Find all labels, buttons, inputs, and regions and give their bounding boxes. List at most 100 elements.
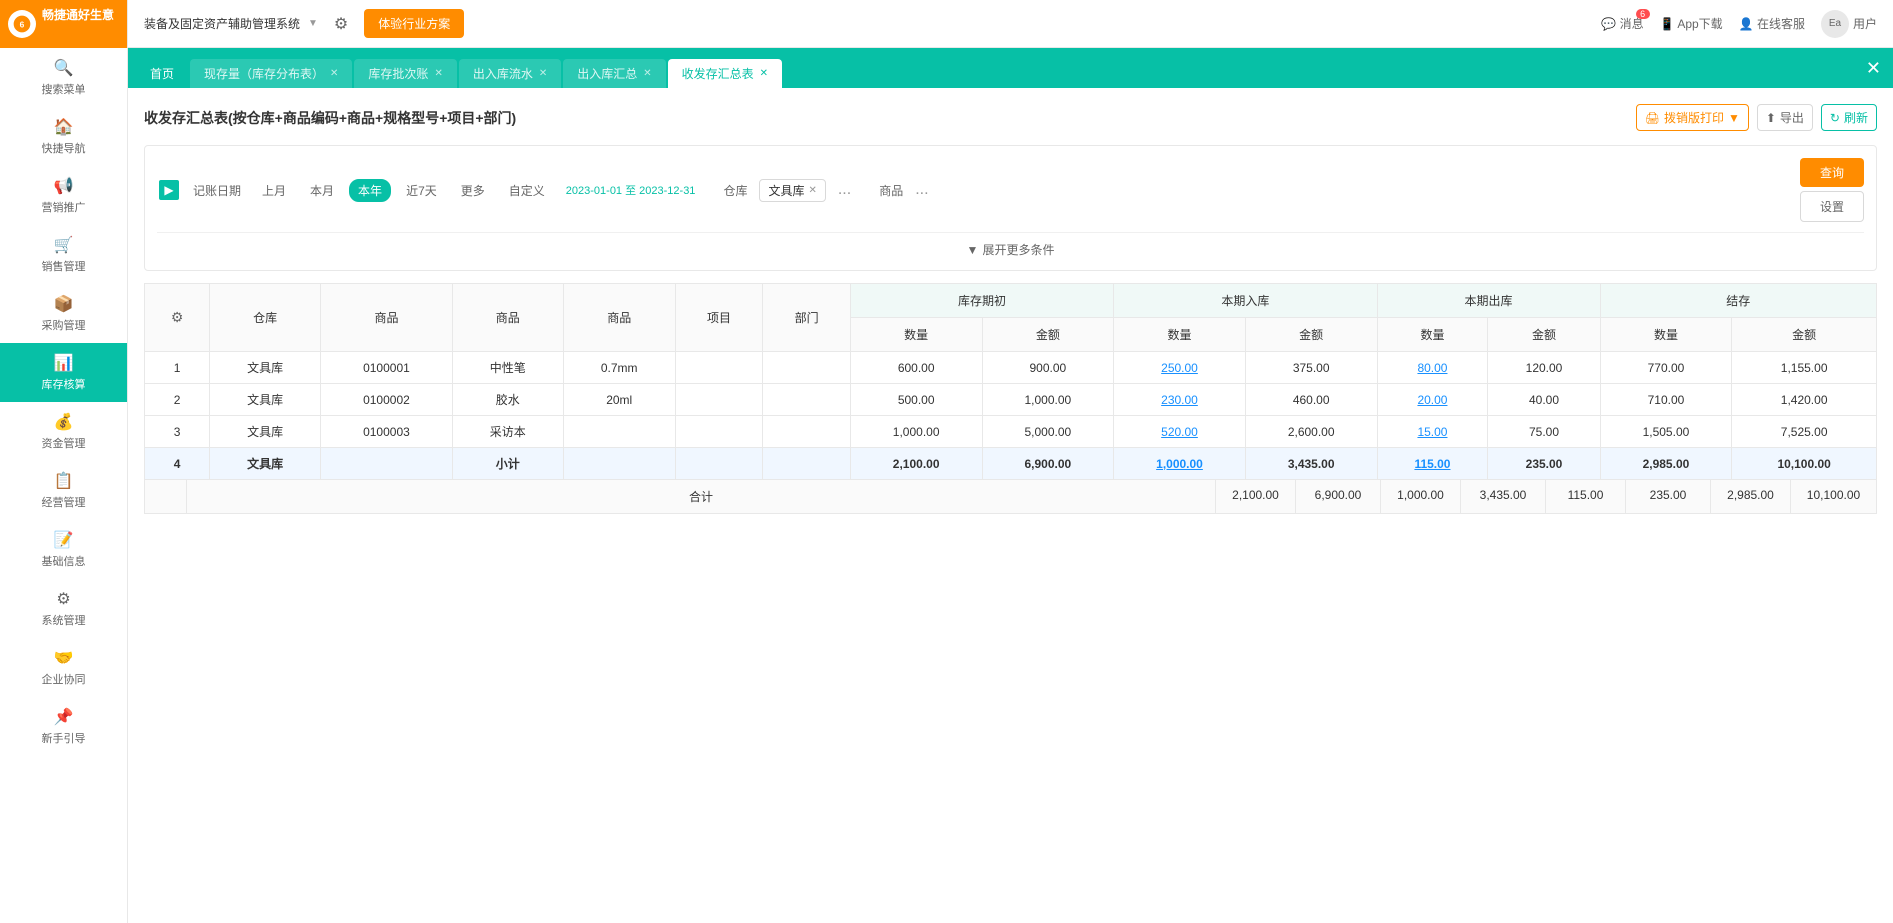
sidebar-item-system[interactable]: ⚙系统管理 <box>0 579 127 638</box>
row-out-amt: 235.00 <box>1488 448 1600 480</box>
tab-label: 库存批次账 <box>368 65 428 82</box>
sidebar-item-quick_nav[interactable]: 🏠快捷导航 <box>0 107 127 166</box>
row-warehouse: 文具库 <box>210 352 321 384</box>
table-settings-icon[interactable]: ⚙ <box>171 309 184 325</box>
print-button[interactable]: 🖨 拨销版打印 ▼ <box>1636 104 1749 131</box>
data-table: ⚙ 仓库 商品 商品 商品 项目 部门 库存期初 本期入库 本期出库 结存 <box>144 283 1877 480</box>
tab-bar: 首页现存量（库存分布表）✕库存批次账✕出入库流水✕出入库汇总✕收发存汇总表✕ ✕ <box>128 48 1893 88</box>
logo-icon: 6 <box>8 10 36 38</box>
col-sub-in-qty: 数量 <box>1114 318 1246 352</box>
date-custom-btn[interactable]: 自定义 <box>500 179 554 202</box>
goods-more-button[interactable]: ... <box>915 181 928 199</box>
row-out-qty[interactable]: 20.00 <box>1377 384 1488 416</box>
chevron-down-icon: ▼ <box>308 18 318 29</box>
footer-empty1 <box>145 480 187 513</box>
table-row: 4文具库小计2,100.006,900.001,000.003,435.0011… <box>145 448 1877 480</box>
row-in-qty[interactable]: 250.00 <box>1114 352 1246 384</box>
footer-balance-amt: 10,100.00 <box>1791 480 1876 513</box>
date-range: 2023-01-01 至 2023-12-31 <box>566 182 696 198</box>
row-out-amt: 75.00 <box>1488 416 1600 448</box>
col-sub-opening-amt: 金额 <box>982 318 1114 352</box>
settings-button[interactable]: ⚙ <box>334 14 348 34</box>
table-footer: 合计 2,100.00 6,900.00 1,000.00 3,435.00 1… <box>144 480 1877 514</box>
expand-more-row[interactable]: ▼ 展开更多条件 <box>157 232 1864 258</box>
row-spec: 20ml <box>563 384 675 416</box>
tab-inout_flow[interactable]: 出入库流水✕ <box>459 59 561 88</box>
query-button[interactable]: 查询 <box>1800 158 1864 187</box>
date-prev-month-btn[interactable]: 上月 <box>253 179 295 202</box>
user-avatar[interactable]: Ea 用户 <box>1821 10 1877 38</box>
sidebar-item-label: 营销推广 <box>42 199 86 215</box>
sidebar-item-operations[interactable]: 📋经营管理 <box>0 461 127 520</box>
row-opening-qty: 2,100.00 <box>850 448 982 480</box>
close-all-tabs-button[interactable]: ✕ <box>1862 54 1885 83</box>
col-sub-out-amt: 金额 <box>1488 318 1600 352</box>
search-icon: 🔍 <box>54 58 74 78</box>
tab-label: 出入库汇总 <box>577 65 637 82</box>
warehouse-remove-button[interactable]: ✕ <box>808 185 816 196</box>
row-out-qty[interactable]: 80.00 <box>1377 352 1488 384</box>
notification-button[interactable]: 💬 6 消息 <box>1601 15 1643 32</box>
sidebar-item-sales[interactable]: 🛒销售管理 <box>0 225 127 284</box>
tab-close-icon[interactable]: ✕ <box>539 68 547 79</box>
row-balance-amt: 7,525.00 <box>1732 416 1877 448</box>
tab-close-icon[interactable]: ✕ <box>434 68 442 79</box>
app-download-button[interactable]: 📱 App下载 <box>1660 15 1723 32</box>
sidebar-item-label: 搜索菜单 <box>42 81 86 97</box>
row-in-qty[interactable]: 520.00 <box>1114 416 1246 448</box>
tab-close-icon[interactable]: ✕ <box>760 68 768 79</box>
row-balance-qty: 770.00 <box>1600 352 1732 384</box>
sidebar-item-corp[interactable]: 🤝企业协同 <box>0 638 127 697</box>
refresh-button[interactable]: ↻ 刷新 <box>1821 104 1877 131</box>
row-balance-qty: 710.00 <box>1600 384 1732 416</box>
row-out-qty[interactable]: 15.00 <box>1377 416 1488 448</box>
top-header: 装备及固定资产辅助管理系统 ▼ ⚙ 体验行业方案 💬 6 消息 📱 App下载 … <box>128 0 1893 48</box>
row-code <box>321 448 453 480</box>
date-last7-btn[interactable]: 近7天 <box>397 179 446 202</box>
row-balance-amt: 10,100.00 <box>1732 448 1877 480</box>
sidebar-item-label: 资金管理 <box>42 435 86 451</box>
tab-batch[interactable]: 库存批次账 ✕ <box>354 59 456 88</box>
online-service-button[interactable]: 👤 在线客服 <box>1739 15 1805 32</box>
row-balance-amt: 1,155.00 <box>1732 352 1877 384</box>
refresh-icon: ↻ <box>1830 111 1840 125</box>
col-header-warehouse: 仓库 <box>210 284 321 352</box>
row-in-qty[interactable]: 1,000.00 <box>1114 448 1246 480</box>
warehouse-more-button[interactable]: ... <box>838 181 851 199</box>
footer-in-qty: 1,000.00 <box>1381 480 1461 513</box>
sidebar-item-inventory[interactable]: 📊库存核算 <box>0 343 127 402</box>
export-button[interactable]: ⬆ 导出 <box>1757 104 1813 131</box>
footer-in-amt: 3,435.00 <box>1461 480 1546 513</box>
row-dept <box>763 352 851 384</box>
expand-more-label: 展开更多条件 <box>982 241 1054 258</box>
sidebar-item-basic[interactable]: 📝基础信息 <box>0 520 127 579</box>
sidebar-item-search[interactable]: 🔍 搜索菜单 <box>0 48 127 107</box>
app-tag: 标准版 <box>42 26 75 40</box>
sales-icon: 🛒 <box>54 235 74 255</box>
sidebar-item-purchase[interactable]: 📦采购管理 <box>0 284 127 343</box>
tab-inout_summary[interactable]: 出入库汇总 ✕ <box>563 59 665 88</box>
filter-row-main: ▶ 记账日期 上月 本月 本年 近7天 更多 自定义 2023-01-01 至 … <box>157 158 1864 222</box>
row-warehouse: 文具库 <box>210 384 321 416</box>
filter-setting-button[interactable]: 设置 <box>1800 191 1864 222</box>
row-project <box>675 416 763 448</box>
experience-button[interactable]: 体验行业方案 <box>364 9 464 38</box>
sidebar-item-guide[interactable]: 📌新手引导 <box>0 697 127 756</box>
tab-inventory_dist[interactable]: 现存量（库存分布表）✕ <box>190 59 352 88</box>
filter-expand-button[interactable]: ▶ <box>157 178 181 202</box>
date-this-month-btn[interactable]: 本月 <box>301 179 343 202</box>
sidebar-item-finance[interactable]: 💰资金管理 <box>0 402 127 461</box>
row-in-qty[interactable]: 230.00 <box>1114 384 1246 416</box>
tab-close-icon[interactable]: ✕ <box>330 68 338 79</box>
tab-close-icon[interactable]: ✕ <box>643 68 651 79</box>
col-header-opening: 库存期初 <box>850 284 1113 318</box>
tab-recv_send_summary[interactable]: 收发存汇总表✕ <box>668 59 782 88</box>
sidebar-item-marketing[interactable]: 📢营销推广 <box>0 166 127 225</box>
sidebar: 6 畅捷通好生意 标准版 🔍搜索菜单🏠快捷导航📢营销推广🛒销售管理📦采购管理📊库… <box>0 0 128 923</box>
warehouse-label: 仓库 <box>723 182 747 199</box>
tab-home[interactable]: 首页 <box>136 59 188 88</box>
date-this-year-btn[interactable]: 本年 <box>349 179 391 202</box>
col-header-in: 本期入库 <box>1114 284 1377 318</box>
row-out-qty[interactable]: 115.00 <box>1377 448 1488 480</box>
date-more-btn[interactable]: 更多 <box>452 179 494 202</box>
